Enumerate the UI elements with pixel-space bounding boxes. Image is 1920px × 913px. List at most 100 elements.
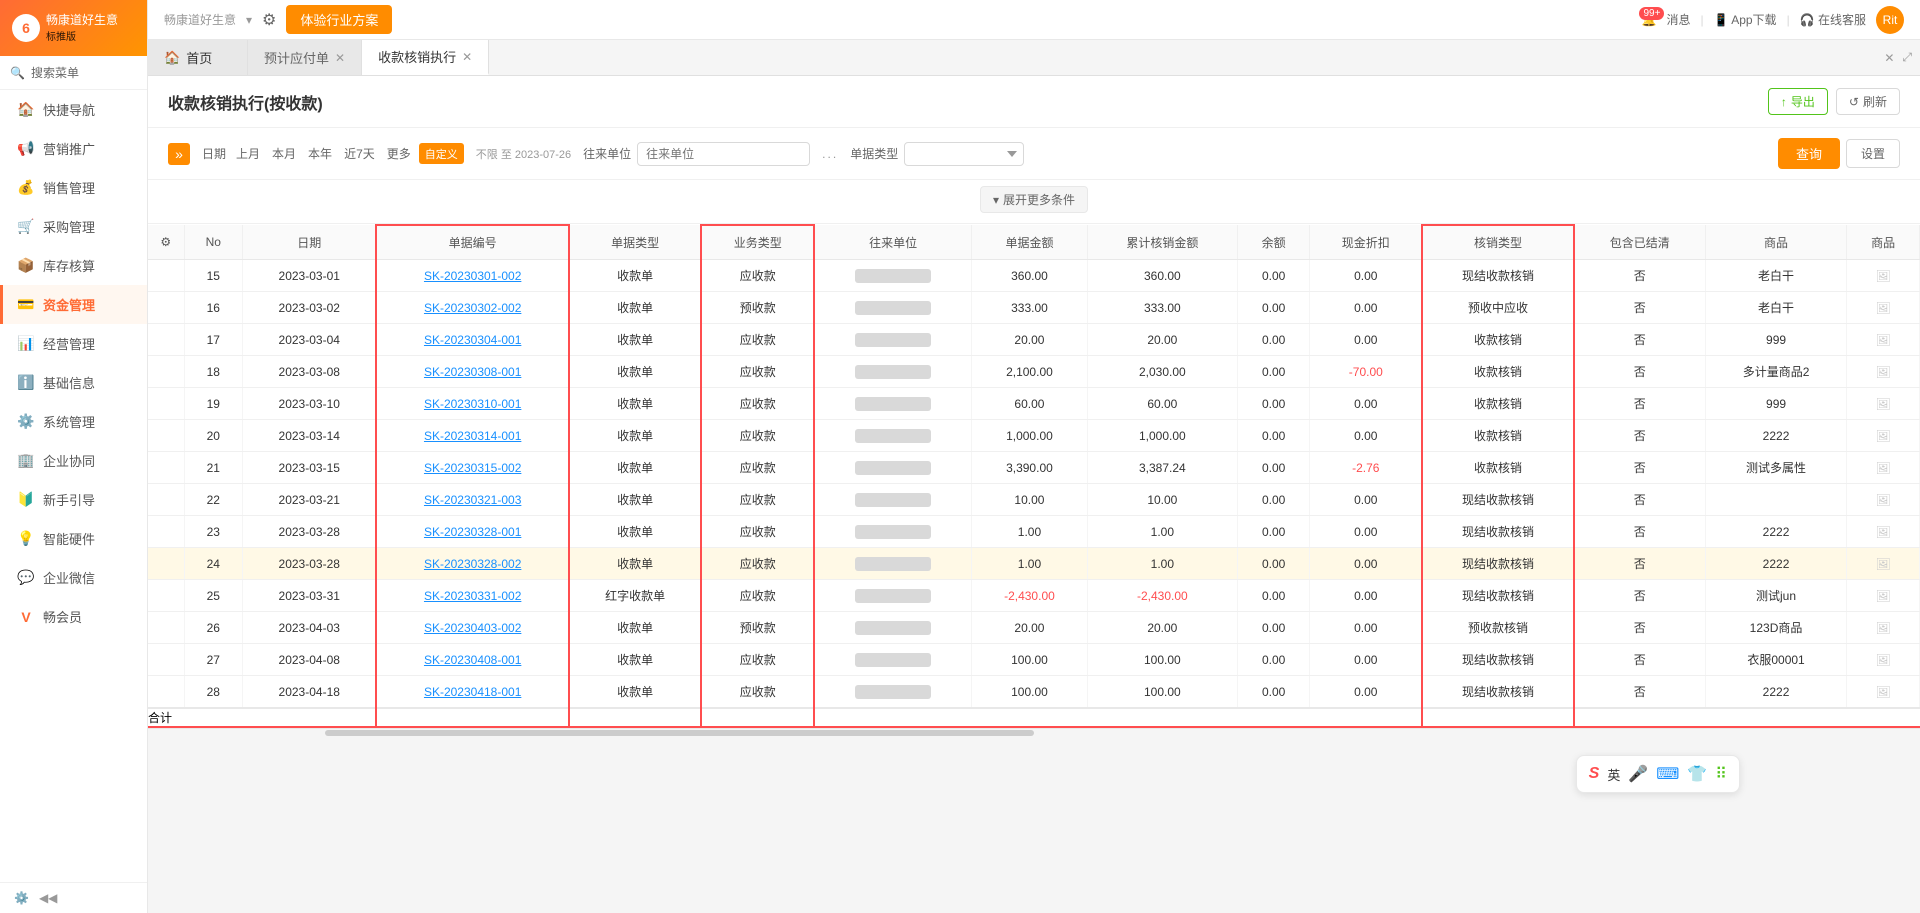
- sidebar-item-marketing[interactable]: 📢 营销推广: [0, 129, 147, 168]
- sidebar-item-hardware[interactable]: 💡 智能硬件: [0, 519, 147, 558]
- row-product: 老白干: [1705, 260, 1846, 292]
- row-bill-no[interactable]: SK-20230321-003: [376, 484, 569, 516]
- tab-payable-close[interactable]: ✕: [335, 51, 345, 65]
- query-button[interactable]: 查询: [1778, 138, 1840, 169]
- topbar-settings-icon[interactable]: ⚙: [262, 10, 276, 30]
- refresh-button[interactable]: ↺ 刷新: [1836, 88, 1900, 115]
- bill-type-select[interactable]: [904, 142, 1024, 166]
- footer-bill-amount: [972, 708, 1088, 727]
- app-download-link[interactable]: 📱 App下载: [1714, 11, 1777, 28]
- table-settings-icon[interactable]: ⚙: [160, 235, 171, 249]
- sidebar-item-finance[interactable]: 💳 资金管理: [0, 285, 147, 324]
- row-partner: ████████: [814, 548, 971, 580]
- row-bill-no[interactable]: SK-20230328-001: [376, 516, 569, 548]
- tab-receipts[interactable]: 收款核销执行 ✕: [362, 40, 489, 75]
- online-support-link[interactable]: 🎧 在线客服: [1800, 11, 1866, 28]
- sidebar-menu: 🏠 快捷导航 📢 营销推广 💰 销售管理 🛒 采购管理 📦 库存核算 💳 资金管…: [0, 90, 147, 882]
- sidebar-settings-icon[interactable]: ⚙️: [14, 891, 29, 905]
- row-bill-no[interactable]: SK-20230308-001: [376, 356, 569, 388]
- row-bill-no[interactable]: SK-20230315-002: [376, 452, 569, 484]
- sidebar-item-basic[interactable]: ℹ️ 基础信息: [0, 363, 147, 402]
- col-cash-discount-header: 现金折扣: [1310, 225, 1422, 260]
- row-accum-amount: 3,387.24: [1087, 452, 1237, 484]
- date-btn-last-month[interactable]: 上月: [232, 143, 264, 164]
- sidebar-item-inventory[interactable]: 📦 库存核算: [0, 246, 147, 285]
- row-bill-amount: 20.00: [972, 612, 1088, 644]
- row-include-settled: 否: [1574, 548, 1706, 580]
- horizontal-scrollbar[interactable]: [148, 728, 1920, 736]
- row-bill-no[interactable]: SK-20230302-002: [376, 292, 569, 324]
- row-cash-discount: 0.00: [1310, 292, 1422, 324]
- row-cancel-type: 现结收款核销: [1422, 548, 1574, 580]
- solution-button[interactable]: 体验行业方案: [286, 5, 392, 34]
- sidebar-item-purchase[interactable]: 🛒 采购管理: [0, 207, 147, 246]
- row-bill-no[interactable]: SK-20230310-001: [376, 388, 569, 420]
- row-bill-no[interactable]: SK-20230304-001: [376, 324, 569, 356]
- dropdown-arrow-icon[interactable]: ▾: [246, 13, 252, 27]
- table-row: 17 2023-03-04 SK-20230304-001 收款单 应收款 ██…: [148, 324, 1920, 356]
- row-bill-no[interactable]: SK-20230314-001: [376, 420, 569, 452]
- row-cash-discount: 0.00: [1310, 644, 1422, 676]
- tab-payable[interactable]: 预计应付单 ✕: [248, 40, 362, 75]
- footer-col-h1: [376, 708, 569, 727]
- date-custom-button[interactable]: 自定义: [419, 143, 464, 164]
- filter-expand-button[interactable]: »: [168, 143, 190, 165]
- messages-label[interactable]: 消息: [1666, 11, 1690, 28]
- sidebar-item-member[interactable]: V 畅会员: [0, 597, 147, 636]
- row-settings: [148, 452, 184, 484]
- sidebar-item-operations[interactable]: 📊 经营管理: [0, 324, 147, 363]
- row-bill-no[interactable]: SK-20230408-001: [376, 644, 569, 676]
- row-bill-no[interactable]: SK-20230403-002: [376, 612, 569, 644]
- row-bill-no[interactable]: SK-20230328-002: [376, 548, 569, 580]
- row-bill-no[interactable]: SK-20230418-001: [376, 676, 569, 709]
- col-settings-header[interactable]: ⚙: [148, 225, 184, 260]
- row-no: 18: [184, 356, 243, 388]
- sidebar-item-guide[interactable]: 🔰 新手引导: [0, 480, 147, 519]
- expand-icon[interactable]: ⤢: [1902, 50, 1912, 65]
- logo-text: 畅康道好生意 标推版: [46, 13, 118, 44]
- row-bill-no[interactable]: SK-20230331-002: [376, 580, 569, 612]
- sidebar-item-wechat[interactable]: 💬 企业微信: [0, 558, 147, 597]
- tab-receipts-close[interactable]: ✕: [462, 50, 472, 64]
- date-btn-this-month[interactable]: 本月: [268, 143, 300, 164]
- sidebar-collapse-icon[interactable]: ◀◀: [39, 891, 57, 905]
- row-settings: [148, 612, 184, 644]
- footer-partner: [814, 708, 971, 727]
- row-bill-amount: 20.00: [972, 324, 1088, 356]
- scrollbar-thumb[interactable]: [325, 730, 1034, 736]
- export-button[interactable]: ↑ 导出: [1768, 88, 1828, 115]
- sidebar-item-system[interactable]: ⚙️ 系统管理: [0, 402, 147, 441]
- row-product: [1705, 484, 1846, 516]
- setting-button[interactable]: 设置: [1846, 139, 1900, 168]
- sidebar-item-enterprise[interactable]: 🏢 企业协同: [0, 441, 147, 480]
- row-accum-amount: 333.00: [1087, 292, 1237, 324]
- col-date-header: 日期: [243, 225, 377, 260]
- date-btn-7days[interactable]: 近7天: [340, 143, 379, 164]
- close-all-icon[interactable]: ✕: [1884, 51, 1894, 65]
- partner-search-input[interactable]: [637, 142, 810, 166]
- filter-expand-more-button[interactable]: ▾ 展开更多条件: [980, 186, 1088, 213]
- date-btn-more[interactable]: 更多: [383, 143, 415, 164]
- user-avatar[interactable]: Rit: [1876, 6, 1904, 34]
- row-bill-amount: 1,000.00: [972, 420, 1088, 452]
- sidebar-item-quick[interactable]: 🏠 快捷导航: [0, 90, 147, 129]
- row-balance: 0.00: [1237, 644, 1310, 676]
- row-product: 多计量商品2: [1705, 356, 1846, 388]
- row-include-settled: 否: [1574, 580, 1706, 612]
- row-biz-type: 应收款: [701, 676, 814, 709]
- row-include-settled: 否: [1574, 388, 1706, 420]
- sidebar-search[interactable]: 🔍 搜索菜单: [0, 56, 147, 90]
- row-bill-amount: 360.00: [972, 260, 1088, 292]
- tab-home[interactable]: 🏠 首页: [148, 40, 248, 75]
- date-btn-this-year[interactable]: 本年: [304, 143, 336, 164]
- row-bill-no[interactable]: SK-20230301-002: [376, 260, 569, 292]
- basic-icon: ℹ️: [17, 374, 35, 391]
- row-bill-type: 收款单: [569, 324, 701, 356]
- row-bill-type: 收款单: [569, 612, 701, 644]
- row-cash-discount: -2.76: [1310, 452, 1422, 484]
- row-partner: ████████: [814, 292, 971, 324]
- notification-bell[interactable]: 🔔 99+: [1641, 13, 1656, 27]
- row-biz-type: 预收款: [701, 292, 814, 324]
- sidebar-item-sales[interactable]: 💰 销售管理: [0, 168, 147, 207]
- row-product: 999: [1705, 388, 1846, 420]
